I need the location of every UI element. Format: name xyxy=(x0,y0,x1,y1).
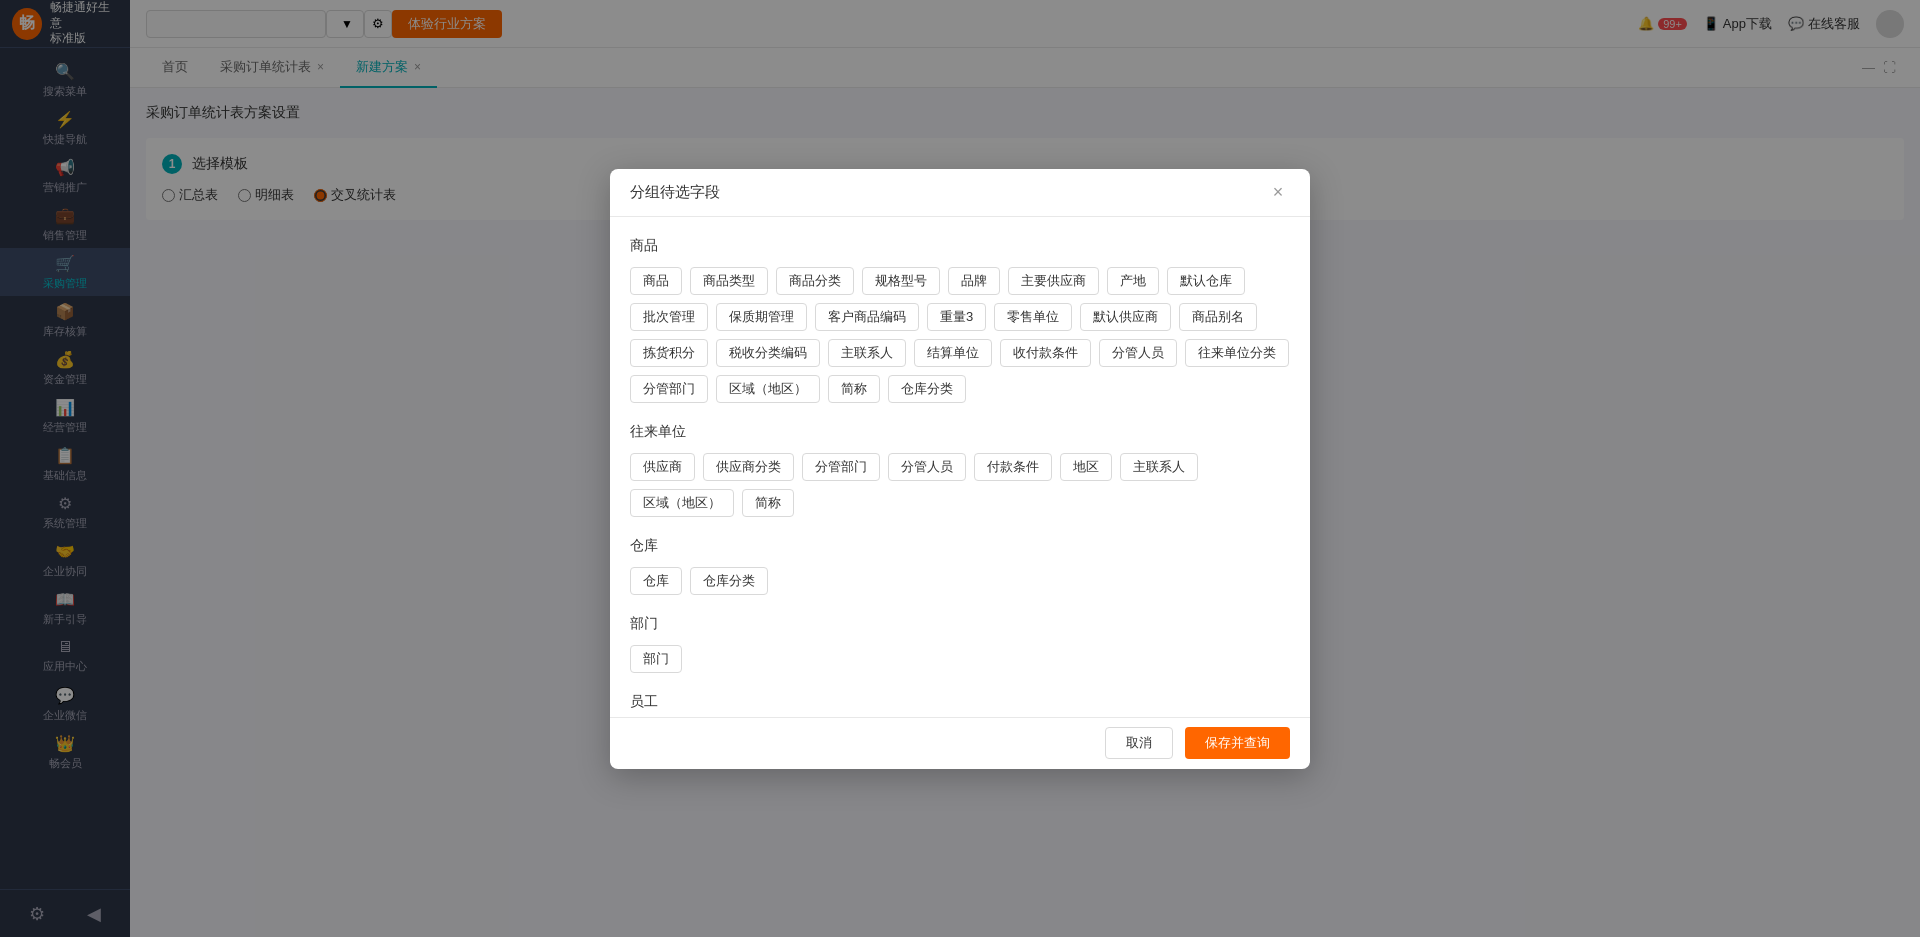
partner-field-tags: 供应商 供应商分类 分管部门 分管人员 付款条件 地区 主联系人 区域（地区） … xyxy=(630,453,1290,517)
field-tag-shelf-life[interactable]: 保质期管理 xyxy=(716,303,807,331)
field-tag-warehouse-category[interactable]: 仓库分类 xyxy=(690,567,768,595)
field-tag-weight[interactable]: 重量3 xyxy=(927,303,986,331)
field-tag-partner-category[interactable]: 往来单位分类 xyxy=(1185,339,1289,367)
field-tag-manager[interactable]: 分管人员 xyxy=(1099,339,1177,367)
field-tag-pick-score[interactable]: 拣货积分 xyxy=(630,339,708,367)
category-employee-title: 员工 xyxy=(630,693,1290,711)
department-field-tags: 部门 xyxy=(630,645,1290,673)
modal-title: 分组待选字段 xyxy=(630,183,720,202)
field-tag-supplier[interactable]: 供应商 xyxy=(630,453,695,481)
field-tag-settle-unit[interactable]: 结算单位 xyxy=(914,339,992,367)
goods-field-tags: 商品 商品类型 商品分类 规格型号 品牌 主要供应商 产地 默认仓库 批次管理 … xyxy=(630,267,1290,403)
field-tag-partner-manager[interactable]: 分管人员 xyxy=(888,453,966,481)
field-tag-department[interactable]: 部门 xyxy=(630,645,682,673)
field-tag-short-name[interactable]: 简称 xyxy=(828,375,880,403)
field-tag-goods[interactable]: 商品 xyxy=(630,267,682,295)
field-tag-payment-cond[interactable]: 付款条件 xyxy=(974,453,1052,481)
field-tag-alias[interactable]: 商品别名 xyxy=(1179,303,1257,331)
category-department: 部门 部门 xyxy=(630,615,1290,673)
field-tag-main-supplier[interactable]: 主要供应商 xyxy=(1008,267,1099,295)
category-employee: 员工 业务员 xyxy=(630,693,1290,717)
category-goods-title: 商品 xyxy=(630,237,1290,255)
field-tag-partner-dept[interactable]: 分管部门 xyxy=(802,453,880,481)
field-tag-origin[interactable]: 产地 xyxy=(1107,267,1159,295)
field-tag-tax-code[interactable]: 税收分类编码 xyxy=(716,339,820,367)
modal-body: 商品 商品 商品类型 商品分类 规格型号 品牌 主要供应商 产地 默认仓库 批次… xyxy=(610,217,1310,717)
field-tag-goods-category[interactable]: 商品分类 xyxy=(776,267,854,295)
field-tag-default-supplier[interactable]: 默认供应商 xyxy=(1080,303,1171,331)
field-tag-retail-unit[interactable]: 零售单位 xyxy=(994,303,1072,331)
field-tag-region[interactable]: 区域（地区） xyxy=(716,375,820,403)
field-tag-customer-code[interactable]: 客户商品编码 xyxy=(815,303,919,331)
modal-groupby-fields: 分组待选字段 × 商品 商品 商品类型 商品分类 规格型号 品牌 主要供应商 产… xyxy=(610,169,1310,769)
category-partner: 往来单位 供应商 供应商分类 分管部门 分管人员 付款条件 地区 主联系人 区域… xyxy=(630,423,1290,517)
category-partner-title: 往来单位 xyxy=(630,423,1290,441)
field-tag-main-contact[interactable]: 主联系人 xyxy=(828,339,906,367)
field-tag-batch[interactable]: 批次管理 xyxy=(630,303,708,331)
modal-header: 分组待选字段 × xyxy=(610,169,1310,217)
field-tag-warehouse[interactable]: 仓库 xyxy=(630,567,682,595)
field-tag-payment-terms[interactable]: 收付款条件 xyxy=(1000,339,1091,367)
category-goods: 商品 商品 商品类型 商品分类 规格型号 品牌 主要供应商 产地 默认仓库 批次… xyxy=(630,237,1290,403)
field-tag-goods-type[interactable]: 商品类型 xyxy=(690,267,768,295)
category-department-title: 部门 xyxy=(630,615,1290,633)
field-tag-spec[interactable]: 规格型号 xyxy=(862,267,940,295)
field-tag-dept[interactable]: 分管部门 xyxy=(630,375,708,403)
field-tag-partner-region[interactable]: 区域（地区） xyxy=(630,489,734,517)
category-warehouse: 仓库 仓库 仓库分类 xyxy=(630,537,1290,595)
field-tag-area[interactable]: 地区 xyxy=(1060,453,1112,481)
field-tag-brand[interactable]: 品牌 xyxy=(948,267,1000,295)
modal-close-button[interactable]: × xyxy=(1266,180,1290,204)
modal-footer: 取消 保存并查询 xyxy=(610,717,1310,769)
confirm-button[interactable]: 保存并查询 xyxy=(1185,727,1290,759)
field-tag-supplier-cat[interactable]: 供应商分类 xyxy=(703,453,794,481)
warehouse-field-tags: 仓库 仓库分类 xyxy=(630,567,1290,595)
category-warehouse-title: 仓库 xyxy=(630,537,1290,555)
cancel-button[interactable]: 取消 xyxy=(1105,727,1173,759)
field-tag-partner-contact[interactable]: 主联系人 xyxy=(1120,453,1198,481)
field-tag-default-warehouse[interactable]: 默认仓库 xyxy=(1167,267,1245,295)
field-tag-partner-short[interactable]: 简称 xyxy=(742,489,794,517)
field-tag-warehouse-cat[interactable]: 仓库分类 xyxy=(888,375,966,403)
